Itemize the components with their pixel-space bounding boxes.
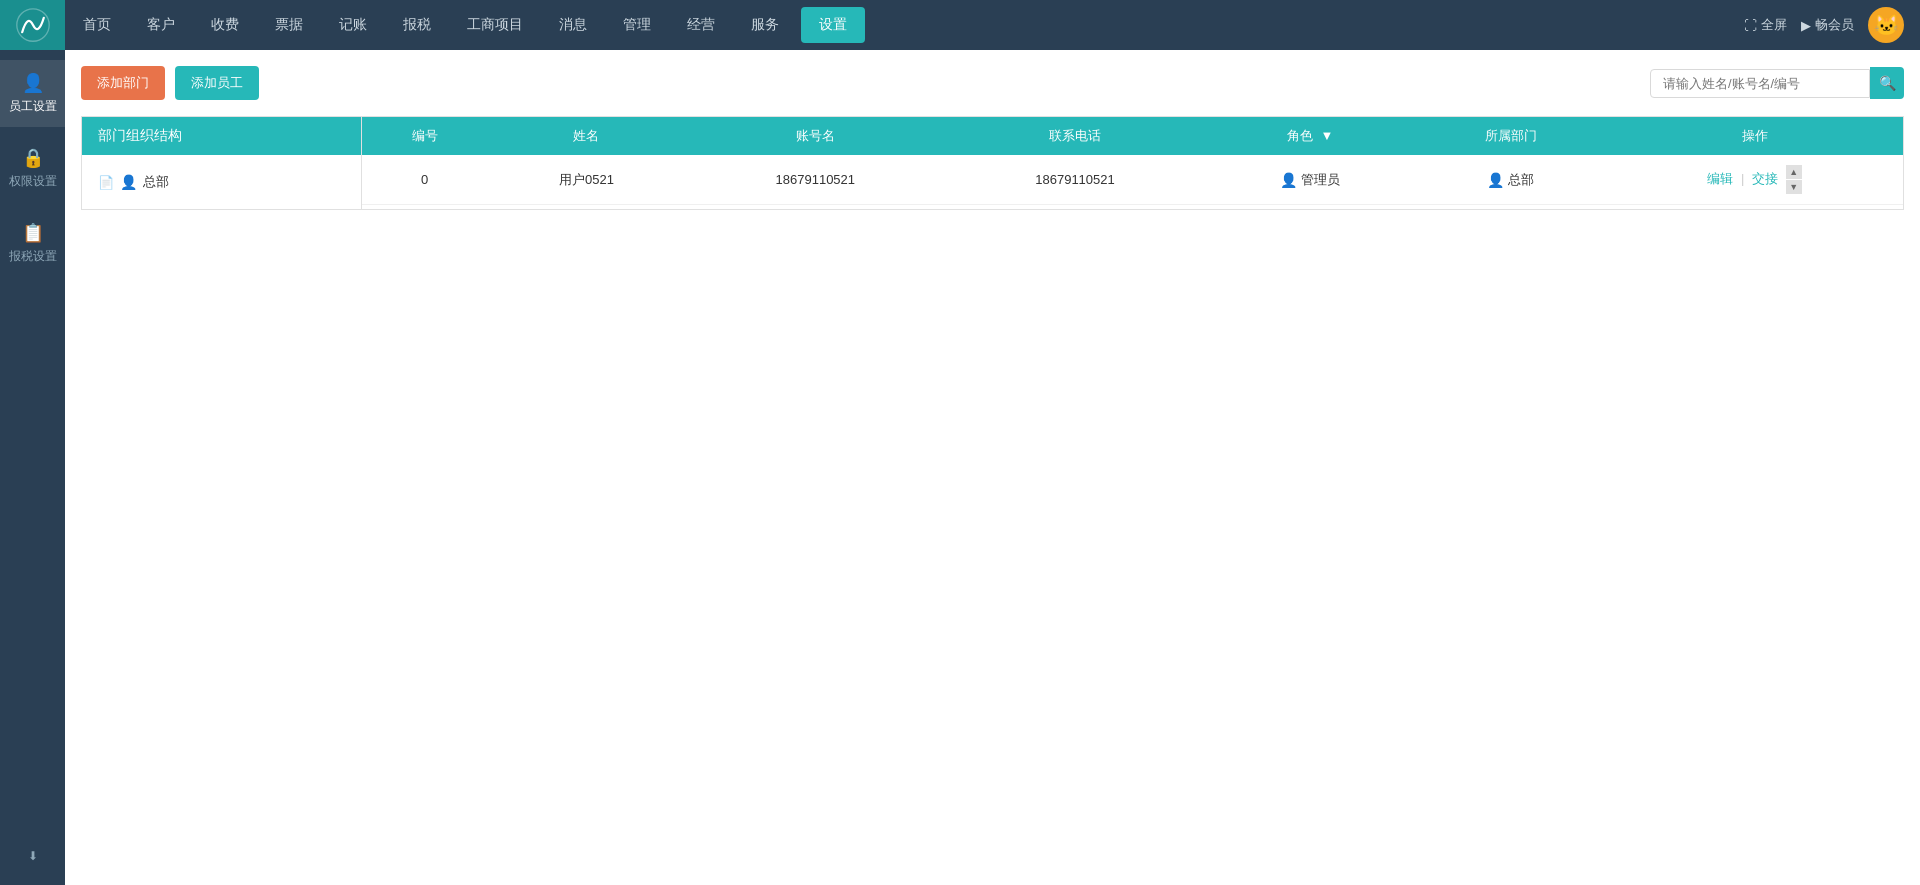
dept-node-root[interactable]: 📄 👤 总部	[98, 167, 345, 197]
sidebar-item-permission[interactable]: 🔒 权限设置	[0, 135, 65, 202]
cell-phone: 18679110521	[945, 155, 1205, 205]
nav-customer[interactable]: 客户	[129, 0, 193, 50]
role-user-icon: 👤	[1280, 172, 1297, 188]
dept-value: 总部	[1508, 171, 1534, 189]
member-icon: ▶	[1801, 18, 1811, 33]
nav-items: 首页 客户 收费 票据 记账 报税 工商项目 消息 管理 经营 服务 设置	[65, 0, 1744, 50]
dept-tree-header: 部门组织结构	[82, 117, 361, 155]
nav-accounting[interactable]: 记账	[321, 0, 385, 50]
col-action: 操作	[1606, 117, 1903, 155]
nav-message[interactable]: 消息	[541, 0, 605, 50]
fullscreen-icon: ⛶	[1744, 18, 1757, 33]
col-account: 账号名	[685, 117, 945, 155]
search-button[interactable]: 🔍	[1870, 67, 1904, 99]
nav-home[interactable]: 首页	[65, 0, 129, 50]
sidebar-bottom: ⬇	[24, 837, 42, 875]
sidebar-bottom-btn[interactable]: ⬇	[24, 837, 42, 875]
cell-actions: 编辑 | 交接 ▲ ▼	[1606, 155, 1903, 205]
sidebar: 👤 员工设置 🔒 权限设置 📋 报税设置 ⬇	[0, 50, 65, 885]
file-icon: 📄	[98, 175, 114, 190]
fullscreen-btn[interactable]: ⛶ 全屏	[1744, 16, 1787, 34]
employee-table: 编号 姓名 账号名 联系电话 角色 ▼ 所属部门 操作	[362, 117, 1903, 205]
nav-billing[interactable]: 收费	[193, 0, 257, 50]
dept-user-icon: 👤	[1487, 172, 1504, 188]
table-header-row: 编号 姓名 账号名 联系电话 角色 ▼ 所属部门 操作	[362, 117, 1903, 155]
employee-icon: 👤	[22, 72, 44, 94]
cell-dept: 👤 总部	[1416, 155, 1607, 205]
cell-account: 18679110521	[685, 155, 945, 205]
nav-operation[interactable]: 经营	[669, 0, 733, 50]
role-value: 管理员	[1301, 171, 1340, 189]
search-area: 🔍	[1650, 67, 1904, 99]
fullscreen-label: 全屏	[1761, 16, 1787, 34]
nav-settings[interactable]: 设置	[801, 7, 865, 43]
nav-invoice[interactable]: 票据	[257, 0, 321, 50]
edit-link[interactable]: 编辑	[1707, 171, 1733, 186]
col-phone: 联系电话	[945, 117, 1205, 155]
table-body: 0 用户0521 18679110521 18679110521 👤 管理员 👤…	[362, 155, 1903, 205]
add-dept-button[interactable]: 添加部门	[81, 66, 165, 100]
two-panel: 部门组织结构 📄 👤 总部 编号 姓名 账号名	[81, 116, 1904, 210]
dept-tree-content: 📄 👤 总部	[82, 155, 361, 209]
col-role: 角色 ▼	[1205, 117, 1416, 155]
dept-node-label: 总部	[143, 173, 169, 191]
cell-id: 0	[362, 155, 487, 205]
member-btn[interactable]: ▶ 畅会员	[1801, 16, 1854, 34]
sidebar-employee-label: 员工设置	[9, 98, 57, 115]
scroll-up-btn[interactable]: ▲	[1786, 165, 1802, 179]
logo	[0, 0, 65, 50]
sidebar-item-tax-settings[interactable]: 📋 报税设置	[0, 210, 65, 277]
dept-tree: 部门组织结构 📄 👤 总部	[82, 117, 362, 209]
main-layout: 👤 员工设置 🔒 权限设置 📋 报税设置 ⬇ 添加部门 添加员工 🔍	[0, 50, 1920, 885]
col-id: 编号	[362, 117, 487, 155]
cell-name: 用户0521	[487, 155, 685, 205]
search-input[interactable]	[1650, 69, 1870, 98]
member-label: 畅会员	[1815, 16, 1854, 34]
toolbar: 添加部门 添加员工 🔍	[81, 66, 1904, 100]
nav-manage[interactable]: 管理	[605, 0, 669, 50]
sidebar-tax-label: 报税设置	[9, 248, 57, 265]
handover-link[interactable]: 交接	[1752, 171, 1778, 186]
download-icon: ⬇	[28, 849, 38, 863]
cell-role: 👤 管理员	[1205, 155, 1416, 205]
tax-settings-icon: 📋	[22, 222, 44, 244]
nav-service[interactable]: 服务	[733, 0, 797, 50]
avatar[interactable]: 🐱	[1868, 7, 1904, 43]
action-separator: |	[1741, 171, 1744, 186]
col-name: 姓名	[487, 117, 685, 155]
add-emp-button[interactable]: 添加员工	[175, 66, 259, 100]
dept-user-icon: 👤	[120, 174, 137, 190]
nav-tax[interactable]: 报税	[385, 0, 449, 50]
content-area: 添加部门 添加员工 🔍 部门组织结构 📄 👤 总部	[65, 50, 1920, 885]
lock-icon: 🔒	[22, 147, 44, 169]
table-row: 0 用户0521 18679110521 18679110521 👤 管理员 👤…	[362, 155, 1903, 205]
nav-right: ⛶ 全屏 ▶ 畅会员 🐱	[1744, 7, 1920, 43]
nav-business[interactable]: 工商项目	[449, 0, 541, 50]
top-navigation: 首页 客户 收费 票据 记账 报税 工商项目 消息 管理 经营 服务 设置 ⛶ …	[0, 0, 1920, 50]
role-filter-icon[interactable]: ▼	[1321, 128, 1334, 143]
sidebar-item-employee[interactable]: 👤 员工设置	[0, 60, 65, 127]
sidebar-permission-label: 权限设置	[9, 173, 57, 190]
emp-table: 编号 姓名 账号名 联系电话 角色 ▼ 所属部门 操作	[362, 117, 1903, 209]
search-icon: 🔍	[1879, 75, 1896, 91]
scroll-down-btn[interactable]: ▼	[1786, 180, 1802, 194]
col-dept: 所属部门	[1416, 117, 1607, 155]
